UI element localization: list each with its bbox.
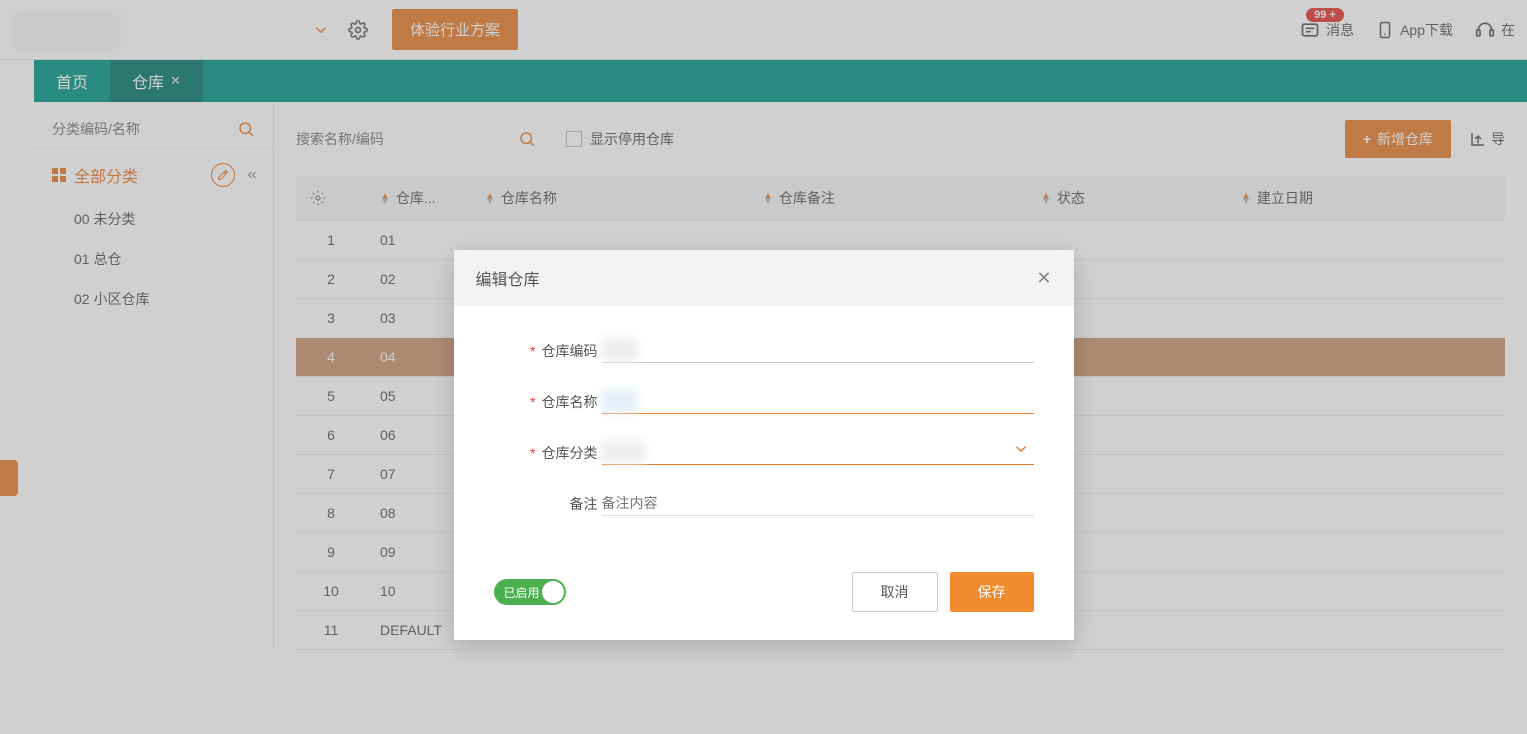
field-label: 仓库分类 [542, 445, 598, 461]
edit-warehouse-modal: 编辑仓库 ✕ *仓库编码 *仓库名称 *仓库分类 备注 [454, 250, 1074, 640]
field-label: 备注 [570, 496, 598, 512]
modal-title: 编辑仓库 [476, 266, 540, 290]
notes-input[interactable] [602, 491, 1034, 516]
toggle-knob [542, 581, 564, 603]
enabled-toggle[interactable]: 已启用 [494, 579, 566, 605]
warehouse-code-input[interactable] [602, 338, 1034, 363]
modal-header: 编辑仓库 ✕ [454, 250, 1074, 306]
cancel-button[interactable]: 取消 [852, 572, 938, 612]
save-button[interactable]: 保存 [950, 572, 1034, 612]
warehouse-category-select[interactable] [602, 440, 1034, 465]
close-icon[interactable]: ✕ [1036, 268, 1051, 289]
warehouse-name-input[interactable] [602, 389, 1034, 414]
toggle-label: 已启用 [504, 584, 540, 601]
field-label: 仓库名称 [542, 394, 598, 410]
chevron-down-icon [1012, 440, 1030, 458]
field-label: 仓库编码 [542, 343, 598, 359]
